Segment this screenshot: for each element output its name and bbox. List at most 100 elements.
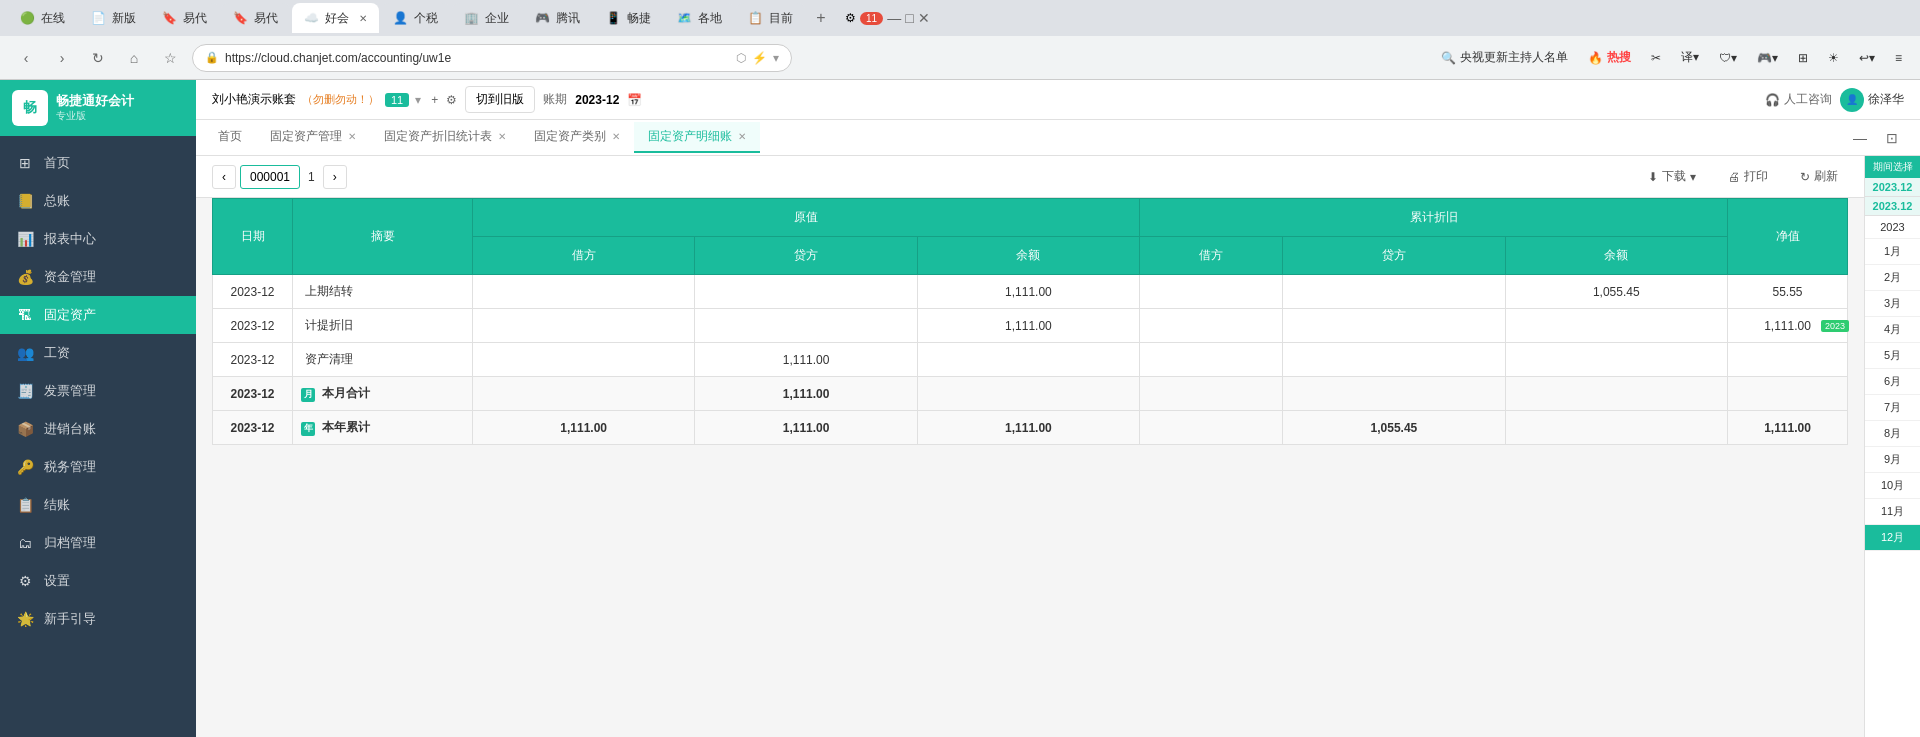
tab-fixed-asset-category[interactable]: 固定资产类别 ✕ <box>520 122 634 153</box>
bookmark-button[interactable]: ☆ <box>156 44 184 72</box>
url-dropdown-icon[interactable]: ▾ <box>773 51 779 65</box>
browser-tab-current[interactable]: 📋 目前 <box>736 3 805 33</box>
sidebar-item-home[interactable]: ⊞ 首页 <box>0 144 196 182</box>
period-item-nov[interactable]: 11月 <box>1865 499 1920 525</box>
period-item-mar[interactable]: 3月 <box>1865 291 1920 317</box>
browser-tab-haohui[interactable]: ☁️ 好会 ✕ <box>292 3 379 33</box>
prev-page-btn[interactable]: ‹ <box>212 165 236 189</box>
browser-tab-yidai2[interactable]: 🔖 易代 <box>221 3 290 33</box>
translate-action[interactable]: 译▾ <box>1675 47 1705 68</box>
period-item-oct[interactable]: 10月 <box>1865 473 1920 499</box>
cell-net-value <box>1728 377 1848 411</box>
sidebar-item-reports[interactable]: 📊 报表中心 <box>0 220 196 258</box>
print-btn[interactable]: 🖨 打印 <box>1718 164 1778 189</box>
hot-search-action[interactable]: 🔥 热搜 <box>1582 47 1637 68</box>
tab-fixed-asset-mgmt[interactable]: 固定资产管理 ✕ <box>256 122 370 153</box>
cell-orig-balance: 1,111.00 <box>917 275 1139 309</box>
tab-close-haohui[interactable]: ✕ <box>359 13 367 24</box>
sidebar-item-closing[interactable]: 📋 结账 <box>0 486 196 524</box>
reload-button[interactable]: ↻ <box>84 44 112 72</box>
search-icon: 🔍 <box>1441 51 1456 65</box>
sidebar-item-invoice[interactable]: 🧾 发票管理 <box>0 372 196 410</box>
th-summary: 摘要 <box>293 199 473 275</box>
browser-tab-gedi[interactable]: 🗺️ 各地 <box>665 3 734 33</box>
period-item-jan[interactable]: 1月 <box>1865 239 1920 265</box>
sidebar-item-guide[interactable]: 🌟 新手引导 <box>0 600 196 638</box>
browser-tab-changjie[interactable]: 📱 畅捷 <box>594 3 663 33</box>
tab-fixed-asset-detail[interactable]: 固定资产明细账 ✕ <box>634 122 760 153</box>
browser-tab-new[interactable]: 📄 新版 <box>79 3 148 33</box>
tab-home[interactable]: 首页 <box>204 122 256 153</box>
expand-icon[interactable]: ⊡ <box>1880 126 1904 150</box>
browser-tab-online[interactable]: 🟢 在线 <box>8 3 77 33</box>
headset-icon: 🎧 <box>1765 93 1780 107</box>
close-detail-icon[interactable]: ✕ <box>738 131 746 142</box>
sidebar-item-ledger[interactable]: 📒 总账 <box>0 182 196 220</box>
forward-button[interactable]: › <box>48 44 76 72</box>
browser-tab-yidai1[interactable]: 🔖 易代 <box>150 3 219 33</box>
minimize-icon[interactable]: — <box>887 10 901 26</box>
maximize-icon[interactable]: □ <box>905 10 913 26</box>
browser-tab-tencent[interactable]: 🎮 腾讯 <box>523 3 592 33</box>
sidebar-item-payroll[interactable]: 👥 工资 <box>0 334 196 372</box>
browser-tab-enterprise[interactable]: 🏢 企业 <box>452 3 521 33</box>
main-panel: ‹ 1 › ⬇ 下载 ▾ 🖨 打印 <box>196 156 1864 737</box>
page-input[interactable] <box>240 165 300 189</box>
account-info: 刘小艳演示账套 （勿删勿动！） 11 ▾ + ⚙ <box>212 91 457 108</box>
tab-settings-icon[interactable]: ⚙ <box>845 11 856 25</box>
next-page-btn[interactable]: › <box>323 165 347 189</box>
top-bar-actions: 🎧 人工咨询 👤 徐泽华 <box>1765 88 1904 112</box>
new-tab-button[interactable]: + <box>807 4 835 32</box>
undo-action[interactable]: ↩▾ <box>1853 49 1881 67</box>
game-action[interactable]: 🎮▾ <box>1751 49 1784 67</box>
add-account-icon[interactable]: + <box>431 93 438 107</box>
url-input[interactable]: 🔒 https://cloud.chanjet.com/accounting/u… <box>192 44 792 72</box>
scissors-action[interactable]: ✂ <box>1645 49 1667 67</box>
user-profile[interactable]: 👤 徐泽华 <box>1840 88 1904 112</box>
switch-version-btn[interactable]: 切到旧版 <box>465 86 535 113</box>
sidebar-item-archive[interactable]: 🗂 归档管理 <box>0 524 196 562</box>
sidebar-item-tax[interactable]: 🔑 税务管理 <box>0 448 196 486</box>
period-item-sep[interactable]: 9月 <box>1865 447 1920 473</box>
grid-action[interactable]: ⊞ <box>1792 49 1814 67</box>
period-item-may[interactable]: 5月 <box>1865 343 1920 369</box>
tab-fixed-asset-depreciation[interactable]: 固定资产折旧统计表 ✕ <box>370 122 520 153</box>
close-window-icon[interactable]: ✕ <box>918 10 930 26</box>
sun-action[interactable]: ☀ <box>1822 49 1845 67</box>
menu-action[interactable]: ≡ <box>1889 49 1908 67</box>
support-btn[interactable]: 🎧 人工咨询 <box>1765 91 1832 108</box>
period-selected-start: 2023.12 <box>1865 178 1920 197</box>
cell-orig-balance <box>917 377 1139 411</box>
yearly-badge: 年 <box>301 422 315 436</box>
period-item-jun[interactable]: 6月 <box>1865 369 1920 395</box>
period-item-jul[interactable]: 7月 <box>1865 395 1920 421</box>
close-category-icon[interactable]: ✕ <box>612 131 620 142</box>
account-dropdown-icon[interactable]: ▾ <box>415 93 421 107</box>
settings-account-icon[interactable]: ⚙ <box>446 93 457 107</box>
sidebar-item-funds[interactable]: 💰 资金管理 <box>0 258 196 296</box>
main-content: 刘小艳演示账套 （勿删勿动！） 11 ▾ + ⚙ 切到旧版 账期 2023-12… <box>196 80 1920 737</box>
reports-icon: 📊 <box>16 230 34 248</box>
browser-tab-tax[interactable]: 👤 个税 <box>381 3 450 33</box>
th-original-value: 原值 <box>473 199 1140 237</box>
shield-action[interactable]: 🛡▾ <box>1713 49 1743 67</box>
collapse-icon[interactable]: — <box>1848 126 1872 150</box>
refresh-btn[interactable]: ↻ 刷新 <box>1790 164 1848 189</box>
sidebar-item-settings[interactable]: ⚙ 设置 <box>0 562 196 600</box>
close-fixed-asset-mgmt-icon[interactable]: ✕ <box>348 131 356 142</box>
cell-summary: 年 本年累计 <box>293 411 473 445</box>
home-button[interactable]: ⌂ <box>120 44 148 72</box>
calendar-icon[interactable]: 📅 <box>627 93 642 107</box>
sidebar-item-inventory[interactable]: 📦 进销台账 <box>0 410 196 448</box>
back-button[interactable]: ‹ <box>12 44 40 72</box>
sidebar-item-fixed-assets[interactable]: 🏗 固定资产 <box>0 296 196 334</box>
period-panel-header: 期间选择 <box>1865 156 1920 178</box>
search-action[interactable]: 🔍 央视更新主持人名单 <box>1435 47 1574 68</box>
close-depreciation-icon[interactable]: ✕ <box>498 131 506 142</box>
download-btn[interactable]: ⬇ 下载 ▾ <box>1638 164 1706 189</box>
period-item-aug[interactable]: 8月 <box>1865 421 1920 447</box>
period-item-feb[interactable]: 2月 <box>1865 265 1920 291</box>
period-item-apr[interactable]: 4月 <box>1865 317 1920 343</box>
period-item-year[interactable]: 2023 <box>1865 216 1920 239</box>
period-item-dec[interactable]: 12月 <box>1865 525 1920 551</box>
